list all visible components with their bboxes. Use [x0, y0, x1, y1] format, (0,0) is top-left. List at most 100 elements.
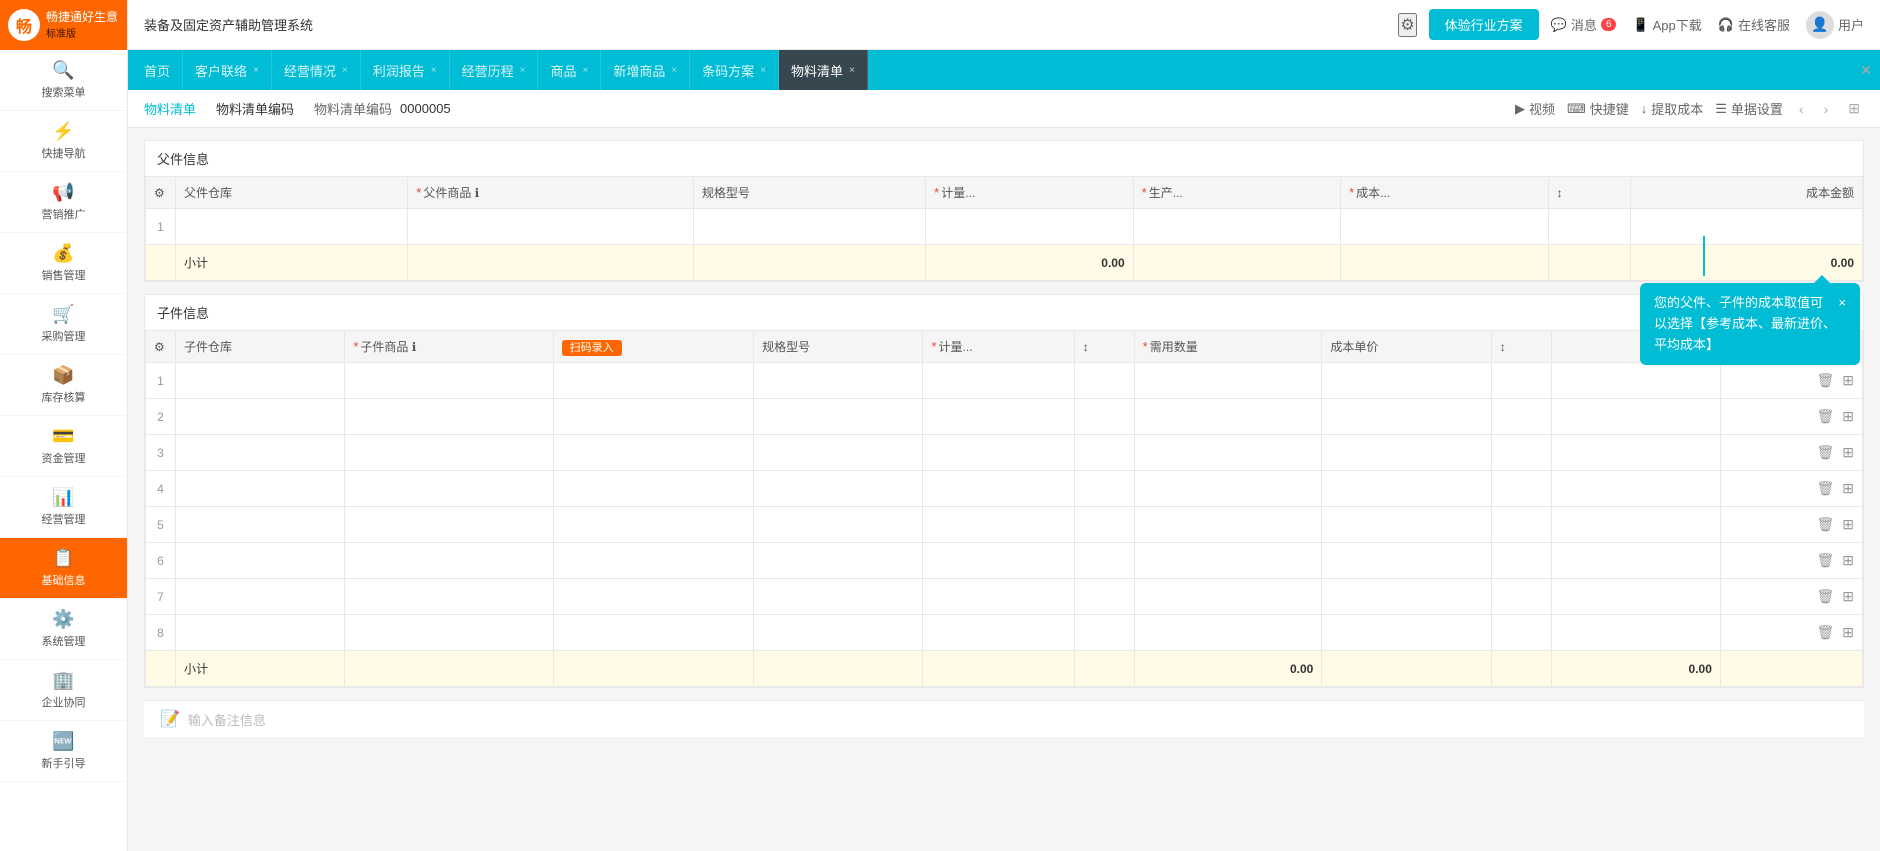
cell-child-spec[interactable] [754, 579, 923, 615]
shortcut-action[interactable]: ⌨ 快捷键 [1567, 99, 1629, 118]
tab-barcode[interactable]: 条码方案 × [690, 50, 779, 90]
tooltip-close-btn[interactable]: × [1838, 293, 1846, 314]
th-settings[interactable]: ⚙ [146, 331, 176, 363]
cell-needed[interactable] [1134, 399, 1322, 435]
cell-child-goods[interactable] [345, 543, 553, 579]
tab-history[interactable]: 经营历程 × [450, 50, 539, 90]
tab-operation[interactable]: 经营情况 × [272, 50, 361, 90]
app-download-btn[interactable]: 📱 App下载 [1632, 15, 1701, 34]
cell-child-qty[interactable] [923, 579, 1074, 615]
cell-child-goods[interactable] [345, 615, 553, 651]
cell-child-spec[interactable] [754, 543, 923, 579]
sidebar-item-enterprise[interactable]: 🏢 企业协同 [0, 660, 127, 721]
cell-child-qty[interactable] [923, 363, 1074, 399]
cell-child-qty[interactable] [923, 471, 1074, 507]
sidebar-item-operation[interactable]: 📊 经营管理 [0, 477, 127, 538]
tab-close-icon[interactable]: × [760, 65, 766, 76]
copy-btn[interactable]: ⊞ [1842, 552, 1854, 569]
cell-needed[interactable] [1134, 471, 1322, 507]
cell-child-spec[interactable] [754, 615, 923, 651]
sidebar-item-purchase[interactable]: 🛒 采购管理 [0, 294, 127, 355]
cell-child-qty[interactable] [923, 507, 1074, 543]
cell-scan[interactable] [553, 507, 754, 543]
cell-child-warehouse[interactable] [176, 507, 345, 543]
cell-child-spec[interactable] [754, 435, 923, 471]
single-settings-action[interactable]: ☰ 单据设置 [1715, 99, 1783, 118]
tab-close-icon[interactable]: × [253, 65, 259, 76]
sidebar-item-marketing[interactable]: 📢 营销推广 [0, 172, 127, 233]
sidebar-item-inventory[interactable]: 📦 库存核算 [0, 355, 127, 416]
delete-btn[interactable]: 🗑 [1816, 480, 1834, 497]
cell-child-spec[interactable] [754, 399, 923, 435]
copy-btn[interactable]: ⊞ [1842, 444, 1854, 461]
cell-child-spec[interactable] [754, 507, 923, 543]
cell-child-goods[interactable] [345, 507, 553, 543]
cell-child-warehouse[interactable] [176, 615, 345, 651]
delete-btn[interactable]: 🗑 [1816, 516, 1834, 533]
tab-close-icon[interactable]: × [342, 65, 348, 76]
cell-produce[interactable] [1133, 209, 1340, 245]
view-action[interactable]: ▶ 视频 [1515, 99, 1555, 118]
cell-unit-cost[interactable] [1322, 363, 1491, 399]
cell-child-amount[interactable] [1551, 363, 1720, 399]
sidebar-item-system[interactable]: ⚙️ 系统管理 [0, 599, 127, 660]
cell-needed[interactable] [1134, 615, 1322, 651]
close-all-btn[interactable]: ✕ [1856, 60, 1876, 81]
cell-child-warehouse[interactable] [176, 579, 345, 615]
delete-btn[interactable]: 🗑 [1816, 444, 1834, 461]
copy-btn[interactable]: ⊞ [1842, 588, 1854, 605]
tab-bom[interactable]: 物料清单 × [779, 50, 868, 90]
cell-child-spec[interactable] [754, 471, 923, 507]
cell-scan[interactable] [553, 615, 754, 651]
cell-needed[interactable] [1134, 507, 1322, 543]
cell-child-warehouse[interactable] [176, 471, 345, 507]
cell-child-amount[interactable] [1551, 615, 1720, 651]
delete-btn[interactable]: 🗑 [1816, 624, 1834, 641]
tab-profit[interactable]: 利润报告 × [361, 50, 450, 90]
cell-scan[interactable] [553, 435, 754, 471]
sidebar-item-finance[interactable]: 💳 资金管理 [0, 416, 127, 477]
cell-cost[interactable] [1341, 209, 1548, 245]
cell-child-amount[interactable] [1551, 399, 1720, 435]
tab-close-icon[interactable]: × [671, 65, 677, 76]
delete-btn[interactable]: 🗑 [1816, 372, 1834, 389]
cell-scan[interactable] [553, 399, 754, 435]
th-settings[interactable]: ⚙ [146, 177, 176, 209]
cell-child-qty[interactable] [923, 543, 1074, 579]
delete-btn[interactable]: 🗑 [1816, 588, 1834, 605]
copy-btn[interactable]: ⊞ [1842, 624, 1854, 641]
cell-unit-cost[interactable] [1322, 435, 1491, 471]
cell-child-amount[interactable] [1551, 471, 1720, 507]
cell-child-goods[interactable] [345, 435, 553, 471]
cell-child-warehouse[interactable] [176, 363, 345, 399]
cell-unit-cost[interactable] [1322, 471, 1491, 507]
cell-child-warehouse[interactable] [176, 435, 345, 471]
user-btn[interactable]: 👤 用户 [1806, 11, 1864, 39]
cell-needed[interactable] [1134, 579, 1322, 615]
cell-child-qty[interactable] [923, 435, 1074, 471]
cell-scan[interactable] [553, 579, 754, 615]
cell-child-amount[interactable] [1551, 435, 1720, 471]
cell-child-qty[interactable] [923, 615, 1074, 651]
tab-new-goods[interactable]: 新增商品 × [601, 50, 690, 90]
cell-child-goods[interactable] [345, 471, 553, 507]
prev-btn[interactable]: ‹ [1795, 99, 1808, 119]
sidebar-item-basic[interactable]: 📋 基础信息 [0, 538, 127, 599]
settings-icon[interactable]: ⚙ [1398, 13, 1416, 37]
tab-close-icon[interactable]: × [849, 65, 855, 76]
cell-goods[interactable] [408, 209, 694, 245]
cell-scan[interactable] [553, 471, 754, 507]
cell-unit-cost[interactable] [1322, 507, 1491, 543]
sidebar-item-guide[interactable]: 🆕 新手引导 [0, 721, 127, 782]
tab-close-icon[interactable]: × [520, 65, 526, 76]
cell-amount[interactable] [1630, 209, 1862, 245]
cell-needed[interactable] [1134, 435, 1322, 471]
cell-spec[interactable] [693, 209, 925, 245]
cell-warehouse[interactable] [176, 209, 408, 245]
cell-child-goods[interactable] [345, 399, 553, 435]
cell-child-warehouse[interactable] [176, 399, 345, 435]
next-btn[interactable]: › [1820, 99, 1833, 119]
cell-scan[interactable] [553, 363, 754, 399]
copy-btn[interactable]: ⊞ [1842, 372, 1854, 389]
cell-qty[interactable] [926, 209, 1133, 245]
